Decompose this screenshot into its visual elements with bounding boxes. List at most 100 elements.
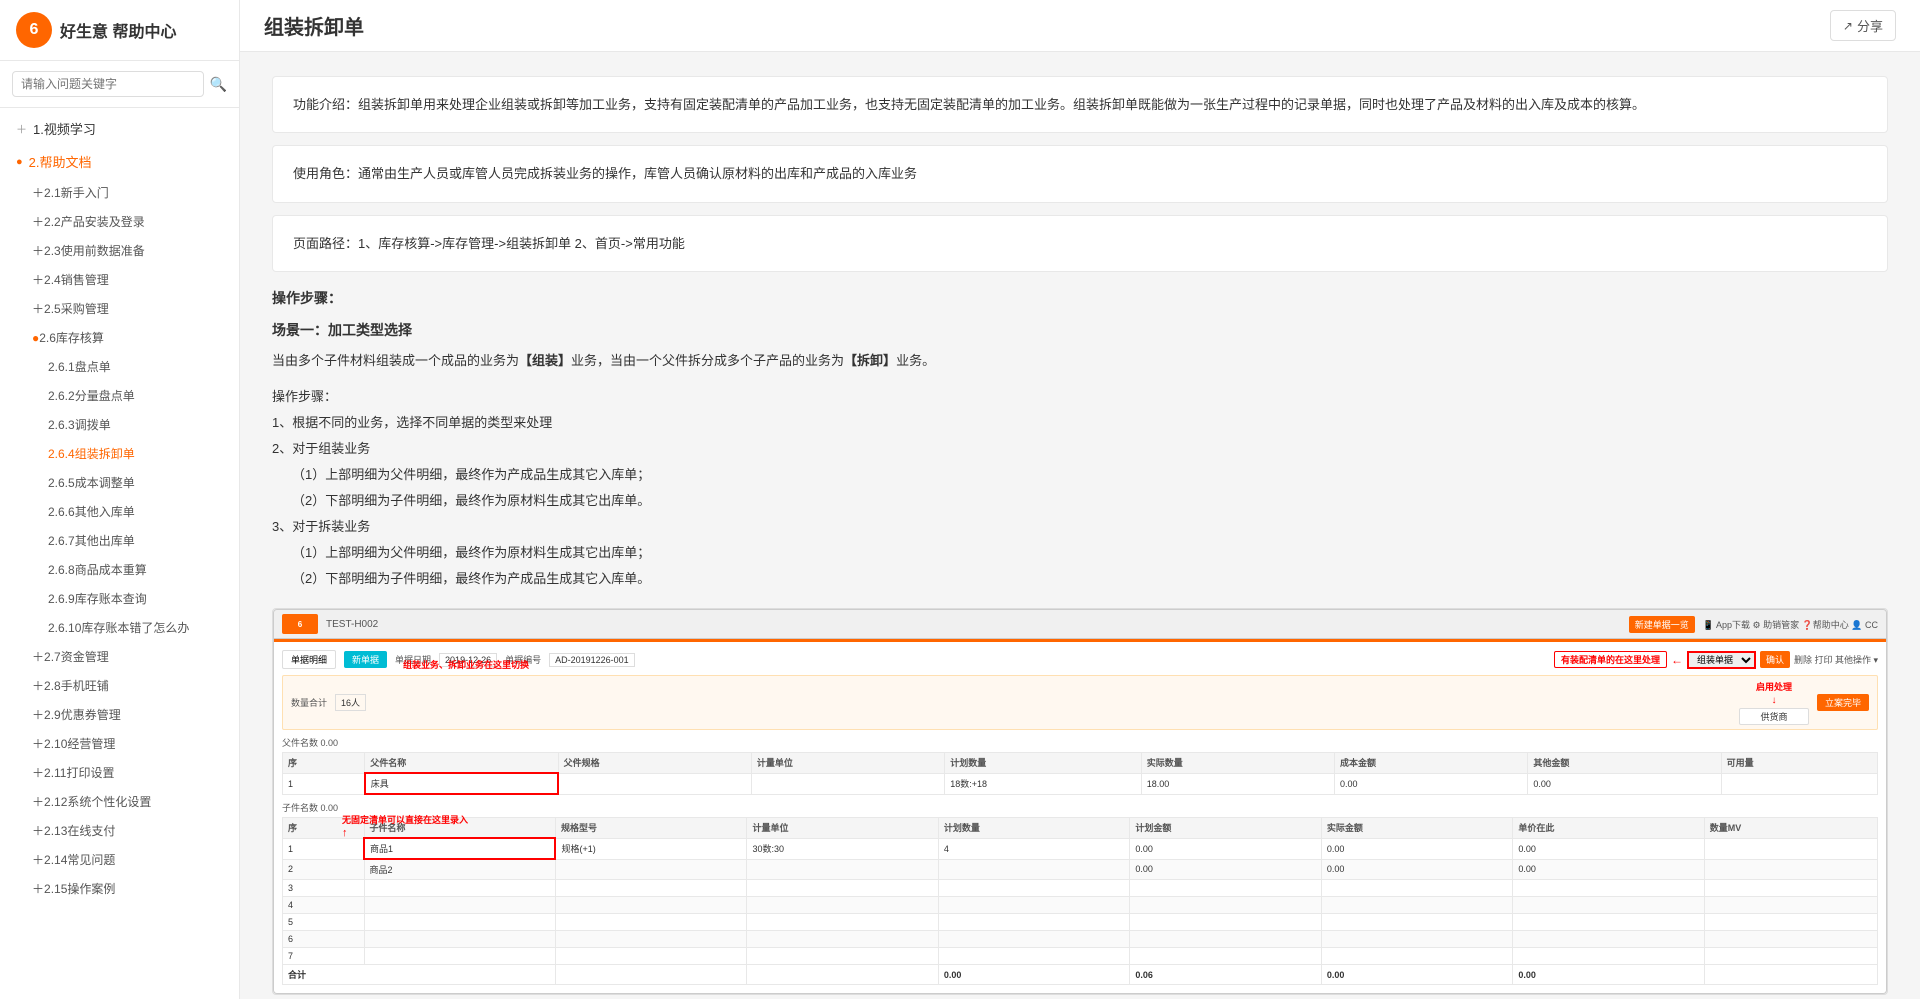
step2: 2、对于组装业务 [272, 436, 1888, 462]
collapse-icon: ● [16, 156, 23, 168]
mock-type-select[interactable]: 组装单据 [1687, 651, 1756, 669]
plus-icon: ＋ [32, 242, 44, 259]
sidebar-item-new[interactable]: ＋ 2.1新手入门 [0, 178, 239, 207]
sidebar-item-assembly[interactable]: 2.6.4组装拆卸单 [0, 439, 239, 468]
sidebar-item-print[interactable]: ＋ 2.11打印设置 [0, 758, 239, 787]
td-price-2: 0.00 [1513, 859, 1704, 880]
td-unit-2 [747, 859, 938, 880]
sidebar-item-mobile[interactable]: ＋ 2.8手机旺铺 [0, 671, 239, 700]
th-plan-qty: 计划数量 [945, 753, 1141, 774]
mock-sub-label: 子件名数 0.00 [282, 801, 1878, 814]
sidebar-item-stock-query[interactable]: 2.6.9库存账本查询 [0, 584, 239, 613]
sidebar-item-online-pay[interactable]: ＋ 2.13在线支付 [0, 816, 239, 845]
search-button[interactable]: 🔍 [210, 76, 227, 93]
page-title: 组装拆卸单 [264, 11, 364, 40]
th-mv: 数量MV [1704, 818, 1877, 839]
logo-icon: 6 [16, 12, 52, 48]
sidebar-item-cases[interactable]: ＋ 2.15操作案例 [0, 874, 239, 903]
sidebar-item-purchase[interactable]: ＋ 2.5采购管理 [0, 294, 239, 323]
sidebar-item-sales[interactable]: ＋ 2.4销售管理 [0, 265, 239, 294]
sidebar-item-coupon[interactable]: ＋ 2.9优惠券管理 [0, 700, 239, 729]
sidebar-item-data[interactable]: ＋ 2.3使用前数据准备 [0, 236, 239, 265]
mock-tab-detail[interactable]: 单据明细 [282, 650, 336, 669]
path-card: 页面路径：1、库存核算->库存管理->组装拆卸单 2、首页->常用功能 [272, 215, 1888, 272]
table-row: 4 [283, 897, 1878, 914]
mock-enable-input[interactable]: 供货商 [1739, 708, 1809, 725]
step3-1: （1）上部明细为父件明细，最终作为原材料生成其它出库单； [272, 540, 1888, 566]
th-unit2: 计量单位 [747, 818, 938, 839]
td-spec-2 [555, 859, 746, 880]
sidebar-item-cost-recalc[interactable]: 2.6.8商品成本重算 [0, 555, 239, 584]
sidebar-item-inventory[interactable]: ● 2.6库存核算 [0, 323, 239, 352]
mock-icons: 📱 App下载 ⚙ 助销管家 ❓帮助中心 👤 CC [1703, 618, 1878, 631]
th-plan-amt: 计划金额 [1130, 818, 1321, 839]
sidebar-item-video[interactable]: ＋ 1.视频学习 [0, 112, 239, 145]
ops-header: 操作步骤： [272, 288, 1888, 308]
mock-content: 单据明细 新单据 单据日期 2019-12-26 单据编号 AD-2019122… [274, 642, 1886, 993]
sidebar-item-split[interactable]: 2.6.2分量盘点单 [0, 381, 239, 410]
sidebar-item-stock-error[interactable]: 2.6.10库存账本错了怎么办 [0, 613, 239, 642]
mock-confirm-btn[interactable]: 确认 [1760, 651, 1790, 668]
td-other: 0.00 [1528, 773, 1721, 794]
screenshot-container: 6 TEST-H002 新建单据一览 📱 App下载 ⚙ 助销管家 ❓帮助中心 … [272, 608, 1888, 995]
role-card: 使用角色：通常由生产人员或库管人员完成拆装业务的操作，库管人员确认原材料的出库和… [272, 145, 1888, 202]
th-spec2: 规格型号 [555, 818, 746, 839]
th-unit-price: 单价在此 [1513, 818, 1704, 839]
logo-area: 6 好生意 帮助中心 [0, 0, 239, 61]
path-text: 页面路径：1、库存核算->库存管理->组装拆卸单 2、首页->常用功能 [293, 232, 1867, 255]
td-name: 床具 [365, 773, 558, 794]
td-avail [1721, 773, 1877, 794]
sidebar-item-install[interactable]: ＋ 2.2产品安装及登录 [0, 207, 239, 236]
intro-text: 功能介绍：组装拆卸单用来处理企业组装或拆卸等加工业务，支持有固定装配清单的产品加… [293, 93, 1867, 116]
td-actual: 18.00 [1141, 773, 1334, 794]
sidebar-item-stocktake[interactable]: 2.6.1盘点单 [0, 352, 239, 381]
td-plan-amt-1: 0.00 [1130, 838, 1321, 859]
sidebar-item-faq[interactable]: ＋ 2.14常见问题 [0, 845, 239, 874]
plus-icon: ＋ [32, 271, 44, 288]
mock-logo: 6 [298, 620, 302, 629]
mock-start-btn[interactable]: 立案完毕 [1817, 694, 1869, 711]
table-row: 1 商品1 规格(+1) 30数:30 4 0.00 0.00 0.00 [283, 838, 1878, 859]
th-plan-qty2: 计划数量 [938, 818, 1129, 839]
sidebar-item-docs[interactable]: ● 2.帮助文档 [0, 145, 239, 178]
plus-icon: ＋ [32, 648, 44, 665]
table-row: 3 [283, 880, 1878, 897]
main-header: 组装拆卸单 ↗ 分享 [240, 0, 1920, 52]
plus-icon: ＋ [32, 880, 44, 897]
td-seq: 1 [283, 773, 365, 794]
td-unit [751, 773, 944, 794]
search-box: 🔍 [0, 61, 239, 108]
table-row: 5 [283, 914, 1878, 931]
sidebar-item-dispatch[interactable]: 2.6.3调拨单 [0, 410, 239, 439]
th-actual-qty: 实际数量 [1141, 753, 1334, 774]
td-plan-amt-2: 0.00 [1130, 859, 1321, 880]
td-spec-1: 规格(+1) [555, 838, 746, 859]
td-seq-2: 2 [283, 859, 365, 880]
sidebar-item-other-in[interactable]: 2.6.6其他入库单 [0, 497, 239, 526]
search-input[interactable] [12, 71, 204, 97]
sidebar-item-other-out[interactable]: 2.6.7其他出库单 [0, 526, 239, 555]
mock-qty-value: 16人 [335, 694, 366, 711]
up-arrow-icon: ↑ [342, 827, 348, 839]
td-price-1: 0.00 [1513, 838, 1704, 859]
td-plan-qty: 18数:+18 [945, 773, 1141, 794]
mock-company: TEST-H002 [326, 619, 378, 630]
td-child-name-2: 商品2 [364, 859, 555, 880]
sidebar-item-ops[interactable]: ＋ 2.10经营管理 [0, 729, 239, 758]
mock-tab-new[interactable]: 新单据 [344, 651, 387, 668]
mock-qty-label: 数量合计 [291, 696, 327, 709]
main-area: 组装拆卸单 ↗ 分享 功能介绍：组装拆卸单用来处理企业组装或拆卸等加工业务，支持… [240, 0, 1920, 999]
th-actual-amt: 实际金额 [1321, 818, 1512, 839]
share-button[interactable]: ↗ 分享 [1830, 10, 1896, 41]
th-parent-name: 父件名称 [365, 753, 558, 774]
th-other: 其他金额 [1528, 753, 1721, 774]
sidebar-item-cost[interactable]: 2.6.5成本调整单 [0, 468, 239, 497]
table-row: 1 床具 18数:+18 18.00 0.00 0.00 [283, 773, 1878, 794]
step-header: 操作步骤： [272, 384, 1888, 410]
sidebar-item-finance[interactable]: ＋ 2.7资金管理 [0, 642, 239, 671]
td-actual-1: 0.00 [1321, 838, 1512, 859]
sidebar-item-custom[interactable]: ＋ 2.12系统个性化设置 [0, 787, 239, 816]
plus-icon: ＋ [32, 677, 44, 694]
down-arrow-icon: ↓ [1771, 695, 1776, 706]
step1: 1、根据不同的业务，选择不同单据的类型来处理 [272, 410, 1888, 436]
